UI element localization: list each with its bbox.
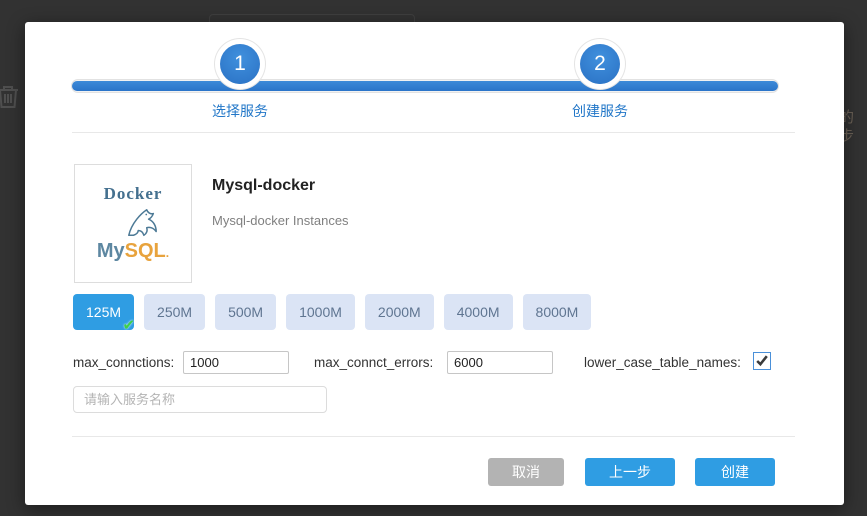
max-connections-label: max_connctions: (73, 355, 175, 370)
max-connections-input[interactable] (183, 351, 289, 374)
memory-option-label: 1000M (299, 304, 342, 320)
memory-option-label: 500M (228, 304, 264, 320)
selected-check-icon: ✔ (122, 317, 136, 334)
step-1-label: 选择服务 (212, 103, 268, 119)
service-subtitle: Mysql-docker Instances (212, 213, 349, 228)
memory-option-label: 4000M (456, 304, 500, 320)
mysql-logo-sql: SQL (124, 240, 166, 262)
mysql-logo-my: My (96, 240, 125, 262)
header-divider (72, 132, 795, 133)
service-name-input[interactable] (73, 386, 327, 413)
memory-option-label: 8000M (535, 304, 579, 320)
lower-case-table-names-checkbox[interactable] (753, 352, 771, 370)
footer-divider (72, 436, 795, 437)
previous-step-button[interactable]: 上一步 (585, 458, 675, 486)
create-service-dialog: 1 2 选择服务 创建服务 Docker MySQL. Mysql-docker… (25, 22, 844, 505)
memory-option-125m[interactable]: 125M ✔ (73, 294, 135, 334)
step-2-number: 2 (594, 52, 606, 75)
memory-option-4000m[interactable]: 4000M (443, 294, 513, 330)
memory-option-500m[interactable]: 500M (215, 294, 277, 330)
memory-option-label: 2000M (377, 304, 421, 320)
memory-option-label: 125M (86, 304, 122, 320)
step-2-label: 创建服务 (572, 103, 628, 119)
mysql-logo-dot: . (165, 246, 170, 260)
memory-option-250m[interactable]: 250M (144, 294, 206, 330)
mysql-logo-text: MySQL. (97, 241, 169, 263)
step-1-circle[interactable]: 1 (220, 44, 260, 84)
create-button[interactable]: 创建 (695, 458, 775, 486)
background-text-line: 的 (841, 109, 855, 126)
max-connect-errors-label: max_connct_errors: (314, 355, 434, 370)
docker-logo-text: Docker (103, 184, 163, 203)
memory-option-8000m[interactable]: 8000M (522, 294, 592, 330)
step-1-number: 1 (234, 52, 246, 75)
background-clipped-text: 的 步 (841, 108, 867, 146)
service-title: Mysql-docker (212, 177, 316, 194)
memory-option-1000m[interactable]: 1000M (286, 294, 355, 330)
cancel-button[interactable]: 取消 (488, 458, 564, 486)
memory-option-label: 250M (157, 304, 193, 320)
stepper-progress-bar (72, 81, 778, 91)
max-connect-errors-input[interactable] (447, 351, 553, 374)
background-text-line: 步 (841, 128, 855, 145)
step-2-circle[interactable]: 2 (580, 44, 620, 84)
trash-icon (0, 82, 22, 110)
memory-option-2000m[interactable]: 2000M (364, 294, 434, 330)
lower-case-table-names-label: lower_case_table_names: (584, 355, 741, 370)
service-logo-card: Docker MySQL. (74, 164, 192, 283)
memory-option-group: 125M ✔ 250M 500M 1000M 2000M 4000M 8000M (73, 294, 592, 334)
